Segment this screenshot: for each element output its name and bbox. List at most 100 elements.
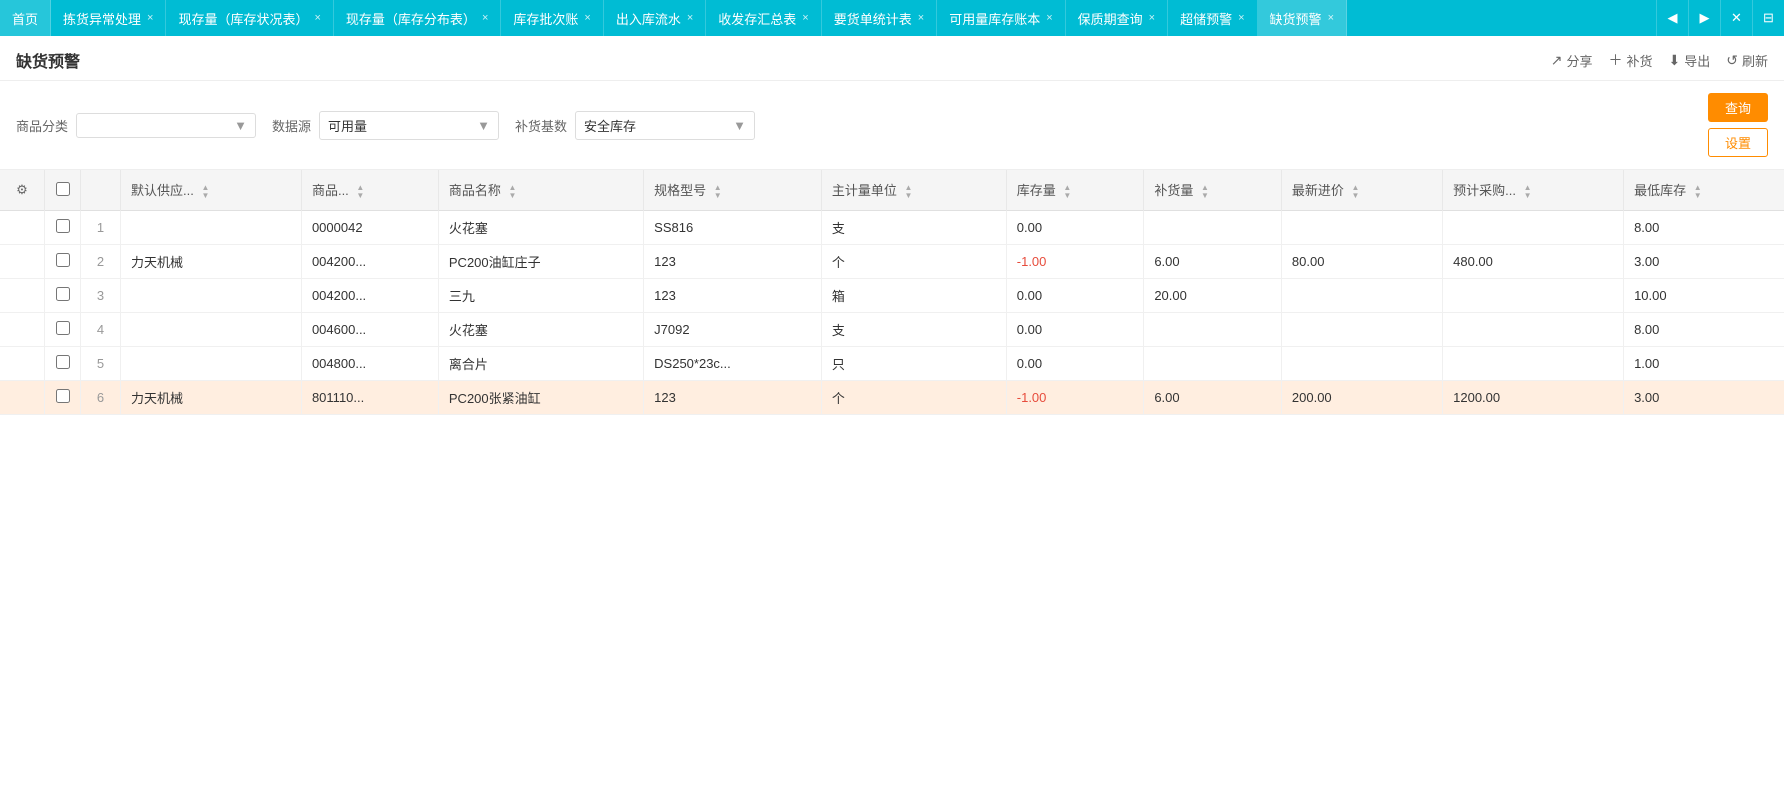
table-row: 4 004600... 火花塞 J7092 支 0.00 8.00 [0, 313, 1784, 347]
row-checkbox-5[interactable] [56, 389, 70, 403]
replenish-sort-icon: ▲▼ [1201, 184, 1209, 200]
row-supplier-0 [121, 211, 302, 245]
row-checkbox-cell-4 [45, 347, 81, 381]
nav-batch-account[interactable]: 库存批次账 × [501, 0, 603, 36]
row-min-stock-1: 3.00 [1624, 245, 1784, 279]
category-select[interactable]: ▼ [76, 113, 256, 138]
row-checkbox-4[interactable] [56, 355, 70, 369]
nav-collect-summary-close[interactable]: × [802, 12, 808, 24]
nav-order-stat-close[interactable]: × [918, 12, 924, 24]
row-product-code-4: 004800... [301, 347, 438, 381]
row-unit-0: 支 [821, 211, 1006, 245]
row-checkbox-2[interactable] [56, 287, 70, 301]
replenish-action[interactable]: ＋ 补货 [1608, 50, 1652, 70]
row-product-code-1: 004200... [301, 245, 438, 279]
nav-batch-account-close[interactable]: × [584, 12, 590, 24]
nav-inventory-status[interactable]: 现存量（库存状况表） × [166, 0, 333, 36]
datasource-select[interactable]: 可用量 ▼ [319, 111, 499, 140]
nav-available-ledger[interactable]: 可用量库存账本 × [937, 0, 1065, 36]
nav-next-btn[interactable]: ▶ [1688, 0, 1720, 36]
nav-inventory-status-close[interactable]: × [314, 12, 320, 24]
col-product-name-header[interactable]: 商品名称 ▲▼ [438, 170, 643, 211]
nav-close-all-btn[interactable]: ⊟ [1752, 0, 1784, 36]
nav-expiry-label: 保质期查询 [1078, 9, 1143, 28]
refresh-label: 刷新 [1742, 51, 1768, 70]
row-product-name-4: 离合片 [438, 347, 643, 381]
row-product-name-1: PC200油缸庄子 [438, 245, 643, 279]
share-icon: ↗ [1551, 52, 1563, 69]
row-unit-5: 个 [821, 381, 1006, 415]
row-latest-price-3 [1281, 313, 1442, 347]
row-supplier-2 [121, 279, 302, 313]
nav-collect-summary-label: 收发存汇总表 [718, 9, 796, 28]
row-checkbox-1[interactable] [56, 253, 70, 267]
nav-home[interactable]: 首页 [0, 0, 51, 36]
nav-overstock[interactable]: 超储预警 × [1168, 0, 1257, 36]
main-content: 缺货预警 ↗ 分享 ＋ 补货 ⬇ 导出 ↺ 刷新 商品分类 [0, 36, 1784, 796]
export-action[interactable]: ⬇ 导出 [1669, 51, 1711, 70]
nav-abnormal[interactable]: 拣货异常处理 × [51, 0, 166, 36]
row-latest-price-4 [1281, 347, 1442, 381]
setting-button[interactable]: 设置 [1708, 128, 1768, 157]
nav-inout-flow[interactable]: 出入库流水 × [604, 0, 706, 36]
header-actions: ↗ 分享 ＋ 补货 ⬇ 导出 ↺ 刷新 [1551, 50, 1768, 70]
row-latest-price-2 [1281, 279, 1442, 313]
nav-shortage[interactable]: 缺货预警 × [1258, 0, 1347, 36]
nav-available-ledger-label: 可用量库存账本 [949, 9, 1040, 28]
nav-expiry-close[interactable]: × [1149, 12, 1155, 24]
row-latest-price-5: 200.00 [1281, 381, 1442, 415]
nav-inout-flow-label: 出入库流水 [616, 9, 681, 28]
export-label: 导出 [1684, 51, 1710, 70]
col-min-stock-header[interactable]: 最低库存 ▲▼ [1624, 170, 1784, 211]
col-unit-header[interactable]: 主计量单位 ▲▼ [821, 170, 1006, 211]
nav-home-label: 首页 [12, 9, 38, 28]
col-product-code-header[interactable]: 商品... ▲▼ [301, 170, 438, 211]
nav-inventory-dist-close[interactable]: × [482, 12, 488, 24]
col-spec-label: 规格型号 [654, 183, 706, 198]
row-checkbox-0[interactable] [56, 219, 70, 233]
nav-inout-flow-close[interactable]: × [687, 12, 693, 24]
row-stock-2: 0.00 [1006, 279, 1144, 313]
nav-collect-summary[interactable]: 收发存汇总表 × [706, 0, 821, 36]
nav-prev-btn[interactable]: ◀ [1656, 0, 1688, 36]
replenish-base-select[interactable]: 安全库存 ▼ [575, 111, 755, 140]
row-product-code-5: 801110... [301, 381, 438, 415]
table-body: 1 0000042 火花塞 SS816 支 0.00 8.00 2 力天机械 0… [0, 211, 1784, 415]
nav-close-current-btn[interactable]: ✕ [1720, 0, 1752, 36]
nav-order-stat[interactable]: 要货单统计表 × [822, 0, 937, 36]
export-icon: ⬇ [1669, 52, 1681, 69]
col-supplier-header[interactable]: 默认供应... ▲▼ [121, 170, 302, 211]
nav-batch-account-label: 库存批次账 [513, 9, 578, 28]
supplier-sort-icon: ▲▼ [201, 184, 209, 200]
nav-abnormal-label: 拣货异常处理 [63, 9, 141, 28]
nav-shortage-close[interactable]: × [1328, 12, 1334, 24]
share-action[interactable]: ↗ 分享 [1551, 51, 1593, 70]
nav-shortage-label: 缺货预警 [1270, 9, 1322, 28]
row-checkbox-cell-1 [45, 245, 81, 279]
row-checkbox-3[interactable] [56, 321, 70, 335]
row-stock-5: -1.00 [1006, 381, 1144, 415]
navigation-bar: 首页 拣货异常处理 × 现存量（库存状况表） × 现存量（库存分布表） × 库存… [0, 0, 1784, 36]
nav-abnormal-close[interactable]: × [147, 12, 153, 24]
row-min-stock-0: 8.00 [1624, 211, 1784, 245]
nav-available-ledger-close[interactable]: × [1046, 12, 1052, 24]
select-all-checkbox[interactable] [56, 182, 70, 196]
col-replenish-header[interactable]: 补货量 ▲▼ [1144, 170, 1282, 211]
col-latest-price-label: 最新进价 [1292, 183, 1344, 198]
table-row: 3 004200... 三九 123 箱 0.00 20.00 10.00 [0, 279, 1784, 313]
col-est-purchase-header[interactable]: 预计采购... ▲▼ [1443, 170, 1624, 211]
col-latest-price-header[interactable]: 最新进价 ▲▼ [1281, 170, 1442, 211]
row-spec-1: 123 [644, 245, 822, 279]
replenish-base-select-value: 安全库存 [584, 116, 636, 135]
col-stock-header[interactable]: 库存量 ▲▼ [1006, 170, 1144, 211]
query-button[interactable]: 查询 [1708, 93, 1768, 122]
col-spec-header[interactable]: 规格型号 ▲▼ [644, 170, 822, 211]
row-settings-2 [0, 279, 45, 313]
refresh-action[interactable]: ↺ 刷新 [1726, 51, 1768, 70]
nav-inventory-dist[interactable]: 现存量（库存分布表） × [334, 0, 501, 36]
table-settings-icon[interactable]: ⚙ [10, 178, 34, 202]
latest-price-sort-icon: ▲▼ [1352, 184, 1360, 200]
nav-expiry[interactable]: 保质期查询 × [1066, 0, 1168, 36]
nav-overstock-close[interactable]: × [1238, 12, 1244, 24]
nav-inventory-dist-label: 现存量（库存分布表） [346, 9, 476, 28]
